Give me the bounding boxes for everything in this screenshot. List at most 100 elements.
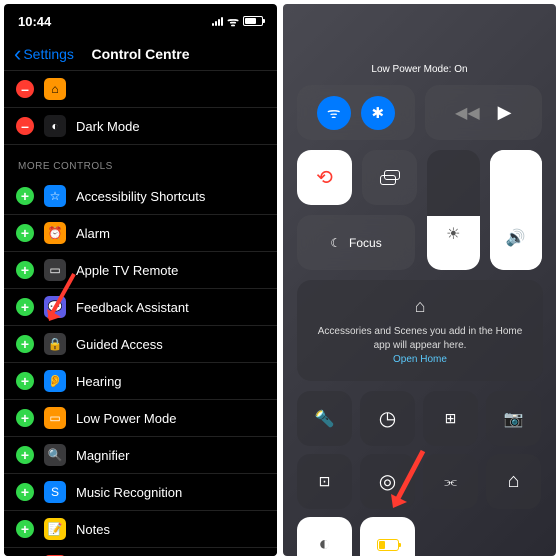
list-item[interactable]: + ▭ Low Power Mode [4,400,277,437]
list-item[interactable]: +🔒Guided Access [4,326,277,363]
app-icon: ⏰ [44,222,66,244]
home-text: Accessories and Scenes you add in the Ho… [311,325,529,353]
media-controls[interactable]: ◀◀ ▶ [425,85,543,140]
home-icon: ⌂ [311,294,529,319]
qr-icon: ⊡ [319,473,331,490]
open-home-link[interactable]: Open Home [311,353,529,367]
app-icon: 💬 [44,296,66,318]
remove-button[interactable]: – [16,117,34,135]
record-icon: ◎ [379,469,396,494]
app-icon: ▭ [44,407,66,429]
connectivity-tile[interactable]: ᯤ ✱ [297,85,415,140]
item-label: Hearing [76,374,122,389]
sound-recognition-button[interactable]: ⫘ [423,454,478,509]
calculator-icon: ⊞ [445,410,457,427]
app-icon: 👂 [44,370,66,392]
low-power-mode-button[interactable] [360,517,415,556]
item-label: Low Power Mode [76,411,176,426]
camera-icon: 📷 [504,409,524,429]
lock-rotation-icon: ⟲ [316,165,333,190]
timer-button[interactable]: ◷ [360,391,415,446]
remove-button[interactable]: – [16,80,34,98]
add-button[interactable]: + [16,520,34,538]
flashlight-icon: 🔦 [315,409,335,429]
list-item[interactable]: + ☆ Accessibility Shortcuts [4,178,277,215]
list-item[interactable]: + 📝 Notes [4,511,277,548]
dark-mode-icon: ◐ [318,533,330,556]
bluetooth-button[interactable]: ✱ [361,96,395,130]
item-label: Notes [76,522,110,537]
add-button[interactable]: + [16,335,34,353]
list-item[interactable]: + 🔍 Magnifier [4,437,277,474]
item-label: Apple TV Remote [76,263,178,278]
item-label: Music Recognition [76,485,182,500]
add-button[interactable]: + [16,483,34,501]
app-icon: 👂 [44,555,66,556]
home-accessories-tile[interactable]: ⌂ Accessories and Scenes you add in the … [297,280,543,381]
app-icon: 🔍 [44,444,66,466]
brightness-slider[interactable]: ☀ [427,150,480,270]
app-icon: ▭ [44,259,66,281]
item-label: Accessibility Shortcuts [76,189,205,204]
status-bar: 10:44 ᯤ [4,4,277,38]
signal-icon [212,17,223,26]
dark-mode-button[interactable]: ◐ [297,517,352,556]
add-button[interactable]: + [16,261,34,279]
flashlight-button[interactable]: 🔦 [297,391,352,446]
app-icon: ☆ [44,185,66,207]
list-item[interactable]: +👂Sound Recognition [4,548,277,556]
calculator-button[interactable]: ⊞ [423,391,478,446]
screen-mirror-icon [380,170,400,185]
settings-screen: 10:44 ᯤ Settings Control Centre – ⌂ – ◐ … [4,4,277,556]
focus-button[interactable]: ☾ Focus [297,215,415,270]
back-button[interactable]: Settings [14,46,74,62]
item-label: Feedback Assistant [76,300,189,315]
control-centre-screen: Low Power Mode: On ᯤ ✱ ◀◀ ▶ ⟲ [283,4,556,556]
add-button[interactable]: + [16,409,34,427]
wifi-button[interactable]: ᯤ [317,96,351,130]
list-item[interactable]: +SMusic Recognition [4,474,277,511]
list-item[interactable]: + 💬 Feedback Assistant [4,289,277,326]
brightness-icon: ☀ [446,224,460,244]
add-button[interactable]: + [16,372,34,390]
timer-icon: ◷ [379,406,396,431]
add-button[interactable]: + [16,298,34,316]
camera-button[interactable]: 📷 [486,391,541,446]
status-icons: ᯤ [212,12,263,30]
app-icon: 📝 [44,518,66,540]
page-title: Control Centre [92,46,190,62]
battery-icon [243,16,263,26]
list-item[interactable]: + ▭ Apple TV Remote [4,252,277,289]
app-icon: 🔒 [44,333,66,355]
volume-slider[interactable]: 🔊 [490,150,543,270]
list-item[interactable]: + 👂 Hearing [4,363,277,400]
home-icon: ⌂ [44,78,66,100]
screen-mirroring-button[interactable] [362,150,417,205]
item-label: Dark Mode [76,119,140,134]
rewind-icon[interactable]: ◀◀ [455,103,480,123]
item-label: Alarm [76,226,110,241]
list-item[interactable]: – ◐ Dark Mode [4,108,277,145]
volume-icon: 🔊 [506,228,526,248]
add-button[interactable]: + [16,187,34,205]
nav-bar: Settings Control Centre [4,38,277,70]
section-header: MORE CONTROLS [4,145,277,178]
dark-mode-icon: ◐ [44,115,66,137]
screen-record-button[interactable]: ◎ [360,454,415,509]
add-button[interactable]: + [16,224,34,242]
add-button[interactable]: + [16,446,34,464]
list-item[interactable]: – ⌂ [4,70,277,108]
low-power-mode-label: Low Power Mode: On [297,64,542,75]
moon-icon: ☾ [330,236,341,250]
home-button[interactable]: ⌂ [486,454,541,509]
list-item[interactable]: + ⏰ Alarm [4,215,277,252]
wifi-icon: ᯤ [227,12,239,30]
battery-icon [377,539,399,551]
orientation-lock-button[interactable]: ⟲ [297,150,352,205]
item-label: Magnifier [76,448,129,463]
qr-scanner-button[interactable]: ⊡ [297,454,352,509]
play-icon[interactable]: ▶ [498,102,512,123]
settings-list: – ⌂ – ◐ Dark Mode MORE CONTROLS + ☆ Access… [4,70,277,556]
time: 10:44 [18,14,51,29]
home-icon: ⌂ [507,470,519,493]
